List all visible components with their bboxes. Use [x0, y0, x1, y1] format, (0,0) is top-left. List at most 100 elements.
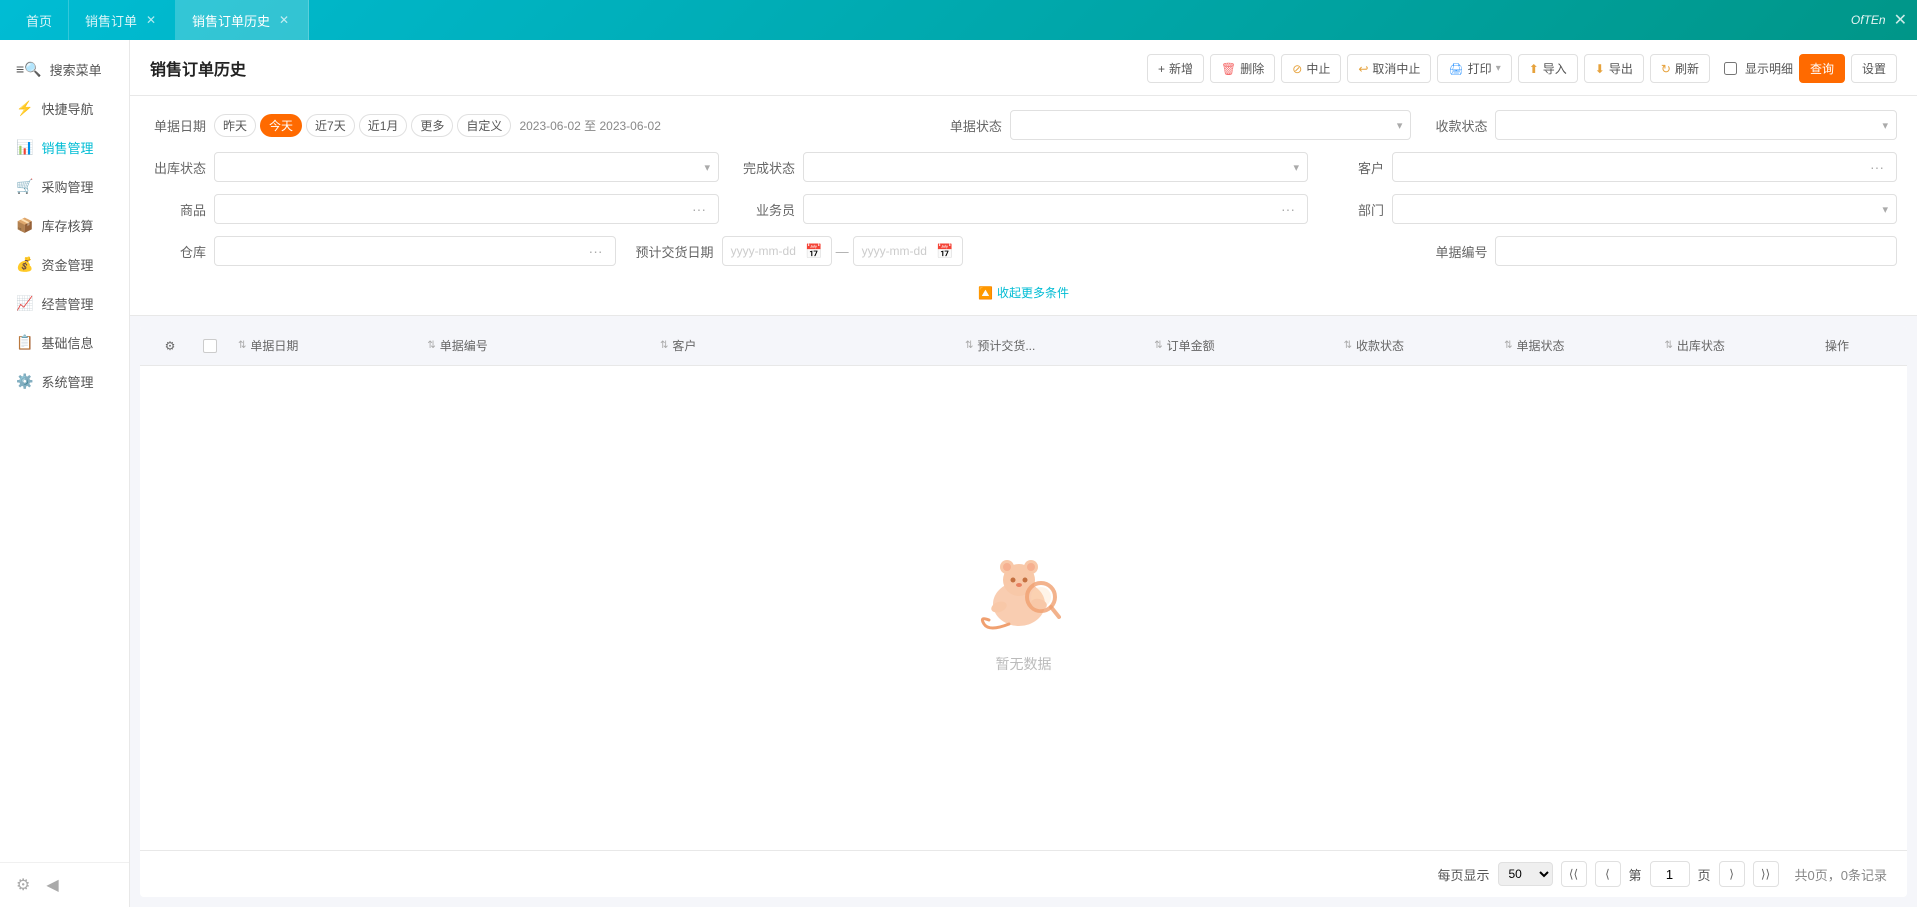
export-button[interactable]: ⬇ 导出 — [1584, 54, 1644, 83]
date-filter-control: 昨天 今天 近7天 近1月 更多 自定义 2023-06-02 至 2023-0… — [214, 114, 926, 137]
complete-status-arrow — [1293, 161, 1299, 174]
th-delivery-sort-icon: ⇅ — [965, 340, 973, 351]
refresh-label: 刷新 — [1675, 60, 1699, 77]
import-button[interactable]: ⬆ 导入 — [1518, 54, 1578, 83]
sidebar: ≡🔍 搜索菜单 ⚡ 快捷导航 📊 销售管理 🛒 采购管理 📦 库存核算 💰 资金… — [0, 40, 130, 907]
table-settings-icon[interactable]: ⚙ — [150, 339, 190, 353]
th-pay-status[interactable]: ⇅ 收款状态 — [1336, 337, 1496, 354]
sidebar-item-quicknav[interactable]: ⚡ 快捷导航 — [0, 89, 129, 128]
complete-status-select[interactable] — [803, 152, 1308, 182]
th-num[interactable]: ⇅ 单据编号 — [419, 337, 652, 354]
cancel-stop-label: 取消中止 — [1372, 60, 1420, 77]
operations-icon: 📈 — [16, 295, 33, 312]
date-btn-yesterday[interactable]: 昨天 — [214, 114, 256, 137]
tab-sales-order-close[interactable]: ✕ — [143, 12, 159, 28]
sidebar-item-operations[interactable]: 📈 经营管理 — [0, 284, 129, 323]
first-page-button[interactable]: ⟨⟨ — [1561, 861, 1587, 887]
sales-icon: 📊 — [16, 139, 33, 156]
date-btn-today[interactable]: 今天 — [260, 114, 302, 137]
delete-button[interactable]: 🗑 删除 — [1210, 54, 1275, 83]
collapse-up-icon: 🔼 — [978, 286, 993, 300]
th-amount-label: 订单金额 — [1167, 337, 1215, 354]
sidebar-item-inventory-label: 库存核算 — [41, 216, 93, 235]
table-header: ⚙ ⇅ 单据日期 ⇅ 单据编号 ⇅ 客户 ⇅ 预计交货. — [140, 326, 1907, 366]
sidebar-item-sales-label: 销售管理 — [41, 138, 93, 157]
sidebar-item-system[interactable]: ⚙️ 系统管理 — [0, 362, 129, 401]
filter-date-group: 单据日期 昨天 今天 近7天 近1月 更多 自定义 2023-06-02 至 2… — [150, 114, 926, 137]
next-page-button[interactable]: ⟩ — [1719, 861, 1745, 887]
settings-label: 设置 — [1862, 60, 1886, 77]
show-detail-checkbox[interactable] — [1724, 62, 1737, 75]
goods-more-icon[interactable]: ··· — [688, 201, 710, 217]
voucher-no-input[interactable] — [1495, 236, 1897, 266]
tab-sales-history-close[interactable]: ✕ — [276, 12, 292, 28]
last-page-button[interactable]: ⟩⟩ — [1753, 861, 1779, 887]
th-pay-status-label: 收款状态 — [1356, 337, 1404, 354]
purchase-icon: 🛒 — [16, 178, 33, 195]
checkbox-all[interactable] — [203, 339, 217, 353]
sidebar-item-purchase-label: 采购管理 — [41, 177, 93, 196]
date-btn-more[interactable]: 更多 — [411, 114, 453, 137]
delivery-date-range: yyyy-mm-dd 📅 — yyyy-mm-dd 📅 — [722, 236, 963, 266]
top-bar-right: OfTEn ✕ — [1851, 10, 1907, 30]
dept-select[interactable] — [1392, 194, 1897, 224]
inventory-icon: 📦 — [16, 217, 33, 234]
wh-status-arrow — [704, 161, 710, 174]
export-icon: ⬇ — [1595, 62, 1605, 76]
table-checkbox-all[interactable] — [190, 339, 230, 353]
th-wh-status-label: 出库状态 — [1677, 337, 1725, 354]
date-btn-custom[interactable]: 自定义 — [457, 114, 511, 137]
add-button[interactable]: + 新增 — [1147, 54, 1204, 83]
settings-bottom-icon[interactable]: ⚙ — [16, 875, 30, 895]
sidebar-item-inventory[interactable]: 📦 库存核算 — [0, 206, 129, 245]
per-page-label: 每页显示 — [1437, 865, 1489, 884]
show-detail-toggle[interactable]: 显示明细 — [1724, 60, 1793, 77]
delivery-start-date[interactable]: yyyy-mm-dd 📅 — [722, 236, 832, 266]
filter-wh-status-group: 出库状态 — [150, 152, 719, 182]
th-wh-status[interactable]: ⇅ 出库状态 — [1657, 337, 1817, 354]
sidebar-item-finance[interactable]: 💰 资金管理 — [0, 245, 129, 284]
calendar-start-icon[interactable]: 📅 — [805, 243, 822, 260]
wh-status-select[interactable] — [214, 152, 719, 182]
date-btn-7days[interactable]: 近7天 — [306, 114, 355, 137]
sidebar-item-purchase[interactable]: 🛒 采购管理 — [0, 167, 129, 206]
settings-button[interactable]: 设置 — [1851, 54, 1897, 83]
prev-page-button[interactable]: ⟨ — [1595, 861, 1621, 887]
customer-more-icon[interactable]: ··· — [1866, 159, 1888, 175]
sidebar-item-basicinfo[interactable]: 📋 基础信息 — [0, 323, 129, 362]
query-button[interactable]: 查询 — [1799, 54, 1845, 83]
calendar-end-icon[interactable]: 📅 — [936, 243, 953, 260]
cancel-stop-button[interactable]: ↩ 取消中止 — [1347, 54, 1431, 83]
salesman-more-icon[interactable]: ··· — [1277, 201, 1299, 217]
voucher-status-select[interactable] — [1010, 110, 1412, 140]
window-close-icon[interactable]: ✕ — [1894, 10, 1907, 30]
date-btn-1month[interactable]: 近1月 — [359, 114, 408, 137]
print-button[interactable]: 🖨 打印 ▾ — [1437, 54, 1511, 83]
sidebar-bottom: ⚙ ◀ — [0, 862, 129, 907]
refresh-button[interactable]: ↻ 刷新 — [1650, 54, 1710, 83]
pagination: 每页显示 50 10 20 100 ⟨⟨ ⟨ 第 页 ⟩ ⟩⟩ 共0页，0条记录 — [140, 850, 1907, 897]
tab-sales-order[interactable]: 销售订单 ✕ — [69, 0, 176, 40]
delivery-end-date[interactable]: yyyy-mm-dd 📅 — [853, 236, 963, 266]
sidebar-item-sales[interactable]: 📊 销售管理 — [0, 128, 129, 167]
table-body: 暂无数据 — [140, 366, 1907, 850]
tab-sales-history[interactable]: 销售订单历史 ✕ — [176, 0, 309, 40]
date-filter-label: 单据日期 — [150, 116, 206, 135]
collapse-row: 🔼 收起更多条件 — [150, 278, 1897, 301]
th-delivery[interactable]: ⇅ 预计交货... — [957, 337, 1146, 354]
th-date[interactable]: ⇅ 单据日期 — [230, 337, 419, 354]
delivery-start-placeholder: yyyy-mm-dd — [731, 244, 796, 258]
page-number-input[interactable] — [1650, 861, 1690, 887]
warehouse-more-icon[interactable]: ··· — [585, 243, 607, 259]
th-amount[interactable]: ⇅ 订单金额 — [1146, 337, 1335, 354]
per-page-select[interactable]: 50 10 20 100 — [1498, 862, 1553, 886]
filter-complete-status-group: 完成状态 — [739, 152, 1308, 182]
sidebar-item-search[interactable]: ≡🔍 搜索菜单 — [0, 50, 129, 89]
collapse-sidebar-icon[interactable]: ◀ — [46, 875, 58, 895]
collection-status-select[interactable] — [1495, 110, 1897, 140]
tab-home[interactable]: 首页 — [10, 0, 69, 40]
collapse-button[interactable]: 🔼 收起更多条件 — [978, 284, 1069, 301]
stop-button[interactable]: ⊘ 中止 — [1281, 54, 1341, 83]
th-customer[interactable]: ⇅ 客户 — [652, 337, 957, 354]
th-order-status[interactable]: ⇅ 单据状态 — [1496, 337, 1656, 354]
